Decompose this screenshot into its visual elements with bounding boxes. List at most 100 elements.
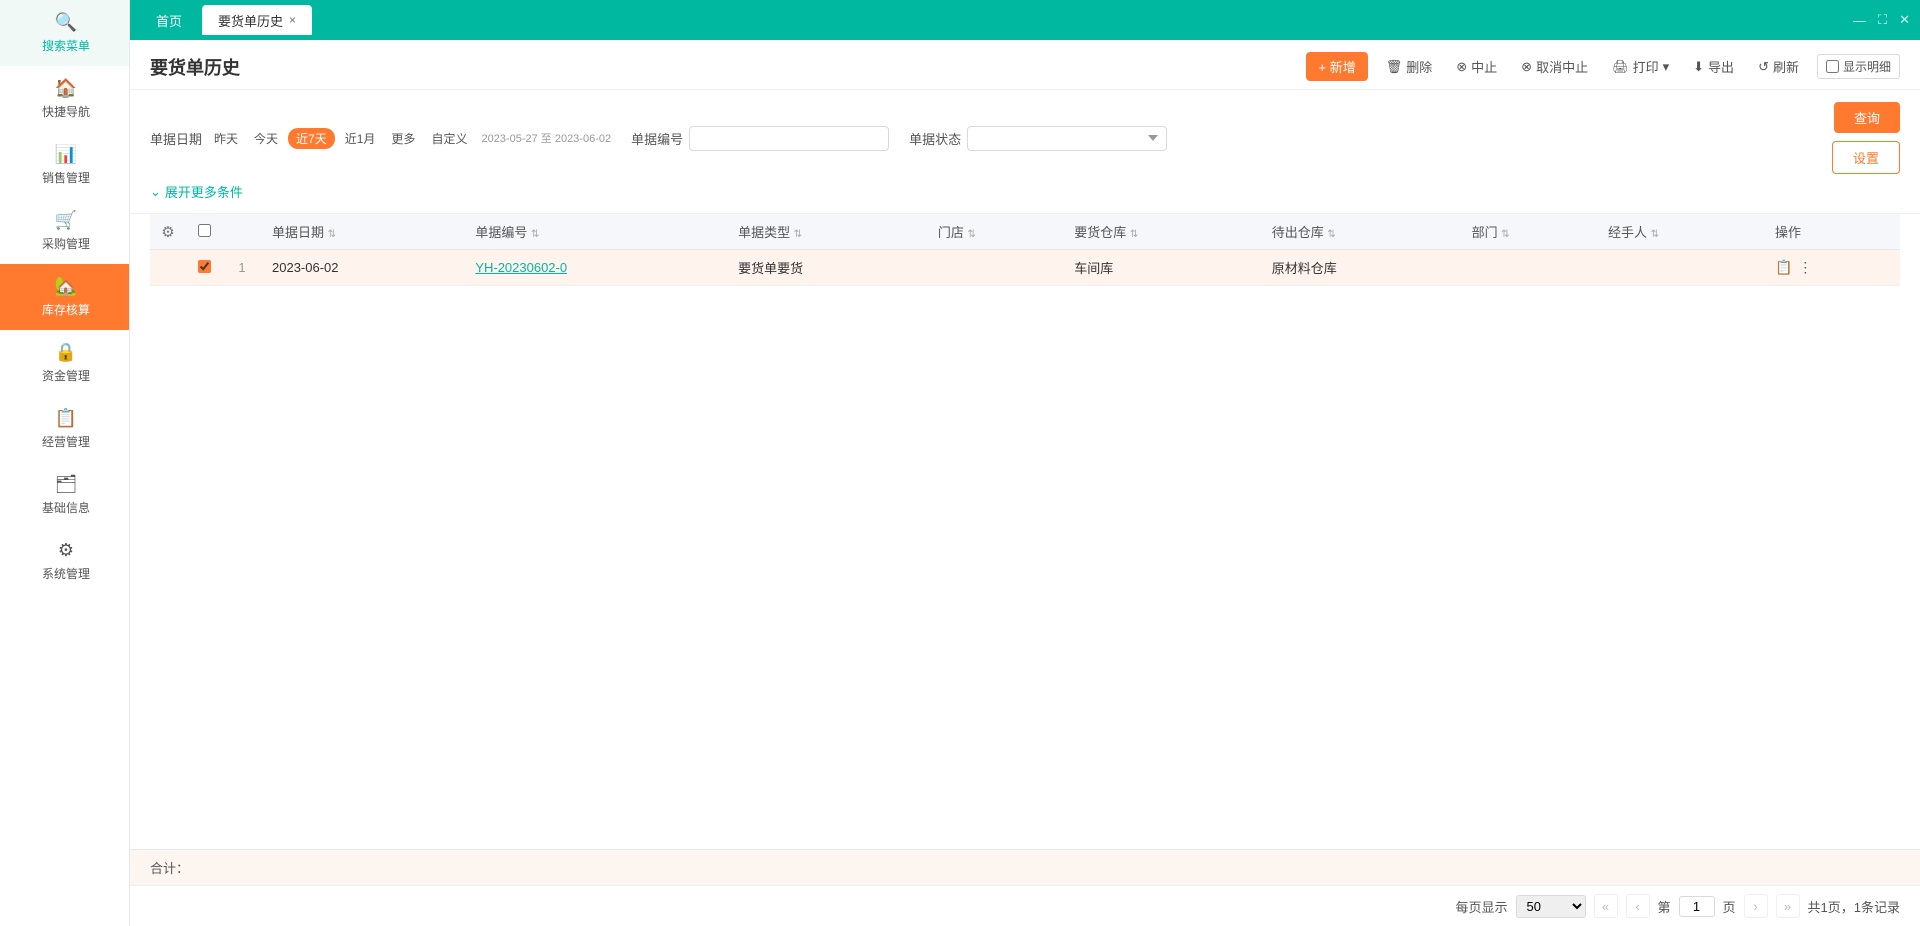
sidebar-label-sales: 销售管理 [42, 169, 90, 186]
first-page-btn[interactable]: « [1594, 894, 1618, 918]
tab-active[interactable]: 要货单历史 × [202, 5, 312, 35]
query-button[interactable]: 查询 [1834, 102, 1900, 133]
expand-icon: ⌄ [150, 184, 161, 200]
sidebar-item-system[interactable]: ⚙系统管理 [0, 528, 129, 594]
row-settings-0 [150, 250, 186, 286]
th-req-warehouse: 要货仓库 ⇅ [1064, 214, 1262, 250]
cancel-stop-icon: ⊗ [1521, 59, 1532, 75]
page-number-input[interactable] [1679, 896, 1715, 917]
sidebar-item-quick-nav[interactable]: 🏠快捷导航 [0, 66, 129, 132]
sidebar-item-basic-info[interactable]: 🗂 基础信息 [0, 462, 129, 528]
filter-date: 单据日期 昨天 今天 近7天 近1月 更多 自定义 2023-05-27 至 2… [150, 128, 611, 149]
stop-button[interactable]: ⊗ 中止 [1450, 53, 1503, 80]
filter-status: 单据状态 [909, 126, 1167, 151]
delete-button[interactable]: 🗑 删除 [1380, 53, 1439, 80]
display-detail-checkbox[interactable] [1826, 60, 1839, 73]
print-label: 打印 [1633, 57, 1659, 76]
export-icon: ⬇ [1693, 59, 1704, 75]
sidebar-item-finance[interactable]: 🔒资金管理 [0, 330, 129, 396]
select-all-checkbox[interactable] [198, 224, 211, 237]
shortcut-custom[interactable]: 自定义 [425, 128, 473, 149]
th-checkbox [186, 214, 222, 250]
th-department-label: 部门 [1472, 225, 1498, 240]
row-department-0 [1462, 250, 1598, 286]
date-range-display: 2023-05-27 至 2023-06-02 [481, 130, 611, 146]
sidebar-icon-inventory: 🏡 [55, 276, 77, 297]
row-bill-no-0: YH-20230602-0 [465, 250, 728, 286]
bill-no-label: 单据编号 [631, 129, 683, 148]
th-handler-sort-icon[interactable]: ⇅ [1651, 229, 1659, 240]
print-button[interactable]: 🖨 打印 ▾ [1606, 53, 1675, 80]
row-date-0: 2023-06-02 [262, 250, 465, 286]
table-body: 1 2023-06-02 YH-20230602-0 要货单要货 车间库 原材料… [150, 250, 1900, 286]
sidebar-label-finance: 资金管理 [42, 367, 90, 384]
th-handler: 经手人 ⇅ [1598, 214, 1765, 250]
export-label: 导出 [1708, 57, 1734, 76]
filter-area: 单据日期 昨天 今天 近7天 近1月 更多 自定义 2023-05-27 至 2… [130, 90, 1920, 214]
sidebar-label-quick-nav: 快捷导航 [42, 103, 90, 120]
expand-filter-button[interactable]: ⌄ 展开更多条件 [150, 182, 243, 201]
window-maximize-btn[interactable]: ⛶ [1878, 12, 1887, 28]
sidebar-icon-search: 🔍 [55, 12, 77, 33]
sidebar-item-purchase[interactable]: 🛒采购管理 [0, 198, 129, 264]
sidebar-label-purchase: 采购管理 [42, 235, 90, 252]
settings-button[interactable]: 设置 [1832, 141, 1900, 174]
row-bill-type-0: 要货单要货 [728, 250, 928, 286]
tab-home[interactable]: 首页 [140, 5, 198, 35]
shortcut-today[interactable]: 今天 [248, 128, 284, 149]
row-req-warehouse-0: 车间库 [1064, 250, 1262, 286]
th-date-sort-icon[interactable]: ⇅ [328, 229, 336, 240]
row-store-0 [928, 250, 1064, 286]
tab-active-label: 要货单历史 [218, 11, 283, 30]
export-button[interactable]: ⬇ 导出 [1687, 53, 1740, 80]
table-settings-icon[interactable]: ⚙ [161, 224, 174, 241]
sidebar-item-sales[interactable]: 📊销售管理 [0, 132, 129, 198]
shortcut-more[interactable]: 更多 [385, 128, 421, 149]
tab-close-icon[interactable]: × [289, 13, 296, 27]
add-label: + 新增 [1318, 57, 1355, 76]
prev-page-btn[interactable]: ‹ [1626, 894, 1650, 918]
shortcut-1month[interactable]: 近1月 [339, 128, 382, 149]
window-minimize-btn[interactable]: — [1853, 13, 1866, 28]
status-label: 单据状态 [909, 129, 961, 148]
sidebar-item-inventory[interactable]: 🏡 库存核算 [0, 264, 129, 330]
row-bill-no-link-0[interactable]: YH-20230602-0 [475, 260, 567, 275]
cancel-stop-button[interactable]: ⊗ 取消中止 [1515, 53, 1594, 80]
filter-actions: 查询 设置 [1832, 102, 1900, 174]
window-close-btn[interactable]: ✕ [1899, 12, 1910, 28]
sidebar-icon-operations: 📋 [55, 408, 77, 429]
sidebar-icon-basic-info: 🗂 [55, 474, 78, 495]
th-department-sort-icon[interactable]: ⇅ [1501, 229, 1509, 240]
per-page-select[interactable]: 50 10 20 100 [1516, 895, 1586, 918]
sidebar-item-search[interactable]: 🔍 搜索菜单 [0, 0, 129, 66]
last-page-btn[interactable]: » [1776, 894, 1800, 918]
th-store-sort-icon[interactable]: ⇅ [968, 229, 976, 240]
row-edit-btn-0[interactable]: 📋 [1775, 259, 1792, 276]
shortcut-7days[interactable]: 近7天 [288, 128, 335, 149]
sidebar-label-inventory: 库存核算 [42, 301, 90, 318]
add-button[interactable]: + 新增 [1306, 52, 1367, 81]
th-pending-warehouse-sort-icon[interactable]: ⇅ [1327, 229, 1335, 240]
stop-icon: ⊗ [1456, 59, 1467, 75]
expand-label: 展开更多条件 [165, 182, 243, 201]
row-checkbox-0[interactable] [198, 260, 211, 273]
status-select[interactable] [967, 126, 1167, 151]
next-page-btn[interactable]: › [1744, 894, 1768, 918]
total-info: 共1页，1条记录 [1808, 897, 1900, 916]
page-header: 要货单历史 + 新增 🗑 删除 ⊗ 中止 ⊗ 取消中止 🖨 [130, 40, 1920, 90]
th-index [222, 214, 262, 250]
display-detail-button[interactable]: 显示明细 [1817, 54, 1900, 79]
table-header-row: ⚙ 单据日期 ⇅ 单据编号 ⇅ [150, 214, 1900, 250]
sidebar-item-operations[interactable]: 📋经营管理 [0, 396, 129, 462]
th-bill-type-sort-icon[interactable]: ⇅ [794, 229, 802, 240]
row-more-btn-0[interactable]: ⋮ [1798, 259, 1812, 276]
th-department: 部门 ⇅ [1462, 214, 1598, 250]
th-req-warehouse-sort-icon[interactable]: ⇅ [1130, 229, 1138, 240]
page-title: 要货单历史 [150, 54, 240, 80]
th-bill-no-sort-icon[interactable]: ⇅ [531, 229, 539, 240]
sidebar-label-basic-info: 基础信息 [42, 499, 90, 516]
sidebar-label-search: 搜索菜单 [42, 37, 90, 54]
bill-no-input[interactable] [689, 126, 889, 151]
refresh-button[interactable]: ↺ 刷新 [1752, 53, 1805, 80]
shortcut-yesterday[interactable]: 昨天 [208, 128, 244, 149]
